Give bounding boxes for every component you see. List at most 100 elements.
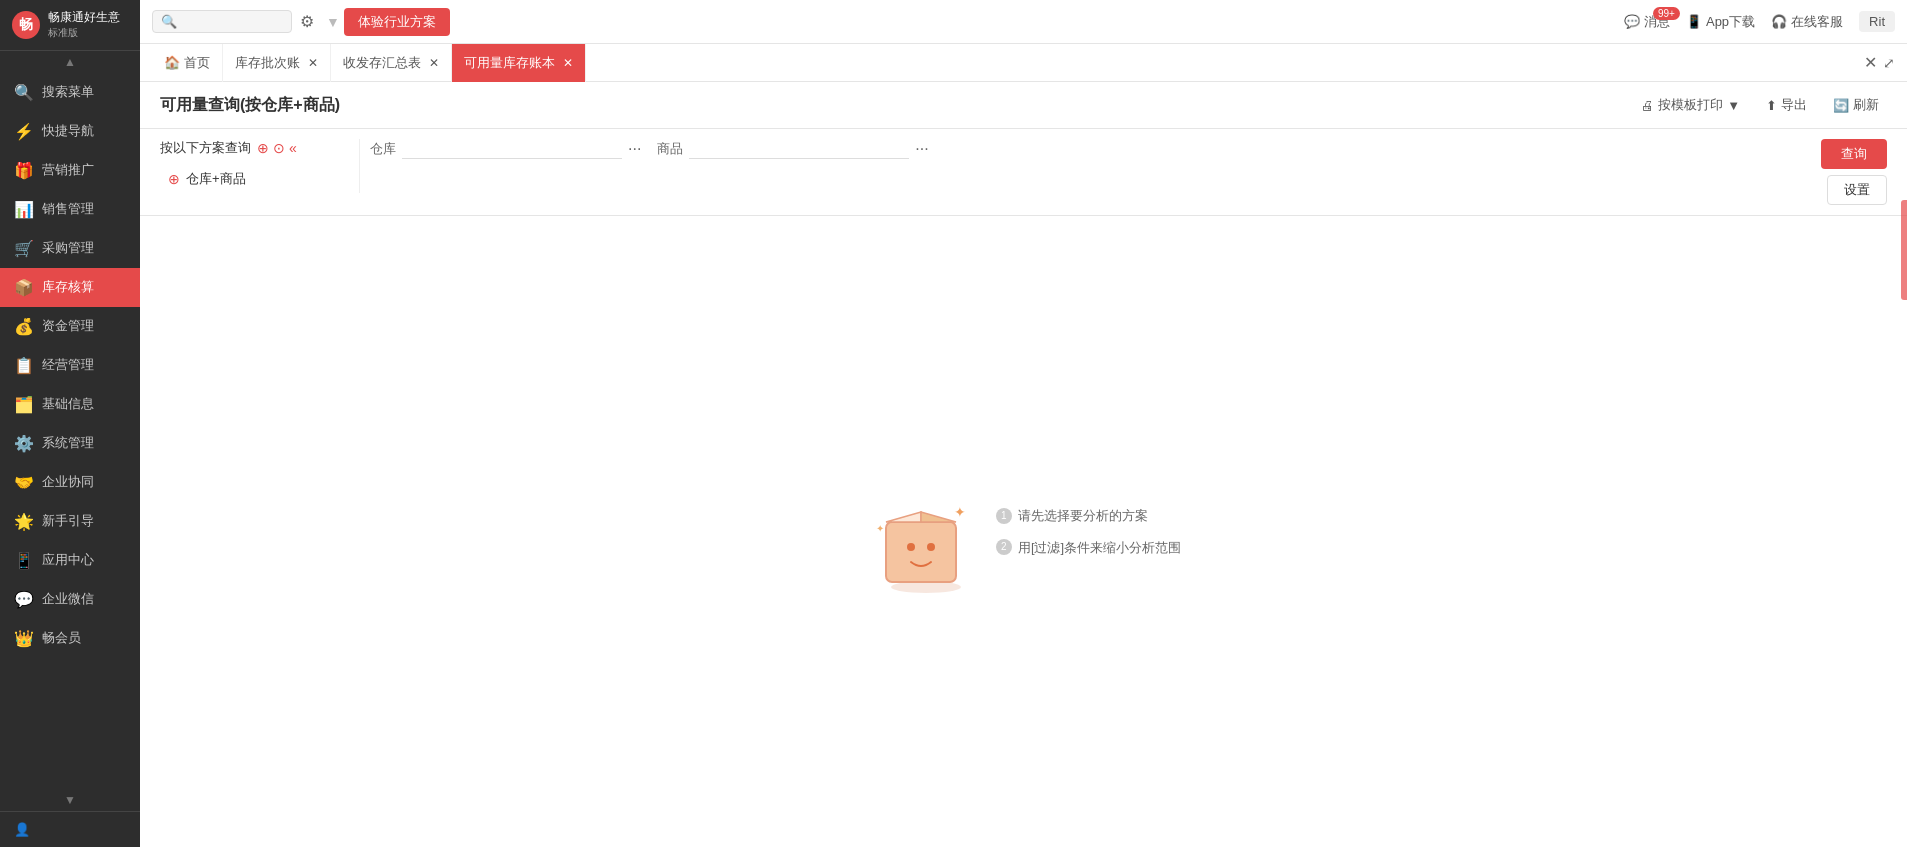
message-icon: 💬 — [1624, 14, 1640, 29]
tab-close-icon[interactable]: ✕ — [429, 56, 439, 70]
content-area: 可用量查询(按仓库+商品) 🖨 按模板打印 ▼ ⬆ 导出 🔄 刷新 — [140, 82, 1907, 847]
sidebar-item-label: 销售管理 — [42, 200, 94, 218]
sidebar-item-inventory[interactable]: 📦 库存核算 — [0, 268, 140, 307]
sidebar-item-wechat[interactable]: 💬 企业微信 — [0, 580, 140, 619]
scheme-header-label: 按以下方案查询 — [160, 139, 251, 157]
svg-point-5 — [927, 543, 935, 551]
tip-item-1: 1 请先选择要分析的方案 — [996, 504, 1181, 527]
message-badge: 99+ — [1653, 7, 1680, 20]
sidebar-item-member[interactable]: 👑 畅会员 — [0, 619, 140, 658]
print-btn[interactable]: 🖨 按模板打印 ▼ — [1633, 92, 1748, 118]
logo-icon: 畅 — [12, 11, 40, 39]
tab-available[interactable]: 可用量库存账本 ✕ — [452, 44, 586, 82]
sidebar-item-basic[interactable]: 🗂️ 基础信息 — [0, 385, 140, 424]
sidebar: 畅 畅康通好生意 标准版 ▲ 🔍 搜索菜单 ⚡ 快捷导航 🎁 营销推广 📊 销售… — [0, 0, 140, 847]
topbar-gear-icon[interactable]: ⚙ — [300, 12, 314, 31]
sidebar-item-system[interactable]: ⚙️ 系统管理 — [0, 424, 140, 463]
tab-home[interactable]: 🏠 首页 — [152, 44, 223, 82]
export-btn[interactable]: ⬆ 导出 — [1758, 92, 1815, 118]
warehouse-input[interactable] — [402, 139, 622, 159]
box-icon: 📦 — [14, 278, 34, 297]
money-icon: 💰 — [14, 317, 34, 336]
sidebar-scroll-up[interactable]: ▲ — [0, 51, 140, 73]
edit-scheme-btn[interactable]: ⊙ — [273, 140, 285, 156]
print-label: 按模板打印 — [1658, 96, 1723, 114]
sidebar-item-sales[interactable]: 📊 销售管理 — [0, 190, 140, 229]
tip-text-2: 用[过滤]条件来缩小分析范围 — [1018, 536, 1181, 559]
clipboard-icon: 📋 — [14, 356, 34, 375]
empty-state-inner: ✦ ✦ 1 请先选择要分析的方案 2 用[过滤]条件来缩小分析范围 — [866, 482, 1181, 582]
topbar-chevron-icon[interactable]: ▼ — [326, 14, 340, 30]
product-more-icon[interactable]: ··· — [915, 140, 928, 158]
warehouse-more-icon[interactable]: ··· — [628, 140, 641, 158]
export-icon: ⬆ — [1766, 98, 1777, 113]
sidebar-item-label: 经营管理 — [42, 356, 94, 374]
refresh-btn[interactable]: 🔄 刷新 — [1825, 92, 1887, 118]
topbar-search-input[interactable] — [181, 15, 281, 29]
tab-close-icon[interactable]: ✕ — [563, 56, 573, 70]
expand-icon[interactable]: ⤢ — [1883, 55, 1895, 71]
settings-btn[interactable]: 设置 — [1827, 175, 1887, 205]
scroll-indicator — [1901, 200, 1907, 300]
sidebar-item-label: 企业协同 — [42, 473, 94, 491]
print-icon: 🖨 — [1641, 98, 1654, 113]
tab-batch[interactable]: 库存批次账 ✕ — [223, 44, 331, 82]
home-icon: 🏠 — [164, 55, 180, 70]
sidebar-nav: 🔍 搜索菜单 ⚡ 快捷导航 🎁 营销推广 📊 销售管理 🛒 采购管理 📦 库存核… — [0, 73, 140, 789]
tabs-bar: 🏠 首页 库存批次账 ✕ 收发存汇总表 ✕ 可用量库存账本 ✕ ✕ ⤢ — [140, 44, 1907, 82]
sidebar-item-label: 库存核算 — [42, 278, 94, 296]
add-scheme-btn[interactable]: ⊕ — [257, 140, 269, 156]
close-window-icon[interactable]: ✕ — [1864, 53, 1877, 72]
sidebar-item-operation[interactable]: 📋 经营管理 — [0, 346, 140, 385]
collapse-scheme-btn[interactable]: « — [289, 140, 297, 156]
query-btn[interactable]: 查询 — [1821, 139, 1887, 169]
tab-summary[interactable]: 收发存汇总表 ✕ — [331, 44, 452, 82]
empty-svg: ✦ ✦ — [866, 482, 986, 602]
chart-icon: 📊 — [14, 200, 34, 219]
filter-inputs: 仓库 ··· 商品 ··· — [370, 139, 1811, 159]
sidebar-scroll-down[interactable]: ▼ — [0, 789, 140, 811]
tab-label: 可用量库存账本 — [464, 54, 555, 72]
sidebar-item-marketing[interactable]: 🎁 营销推广 — [0, 151, 140, 190]
product-field: 商品 ··· — [657, 139, 928, 159]
user-btn[interactable]: Rit — [1859, 11, 1895, 32]
crown-icon: 👑 — [14, 629, 34, 648]
empty-tips: 1 请先选择要分析的方案 2 用[过滤]条件来缩小分析范围 — [996, 504, 1181, 559]
message-btn[interactable]: 💬 消息 99+ — [1624, 13, 1670, 31]
sidebar-item-label: 系统管理 — [42, 434, 94, 452]
sidebar-item-finance[interactable]: 💰 资金管理 — [0, 307, 140, 346]
cart-icon: 🛒 — [14, 239, 34, 258]
service-btn[interactable]: 🎧 在线客服 — [1771, 13, 1843, 31]
product-label: 商品 — [657, 140, 683, 158]
search-icon: 🔍 — [14, 83, 34, 102]
refresh-icon: 🔄 — [1833, 98, 1849, 113]
warehouse-label: 仓库 — [370, 140, 396, 158]
tab-label: 收发存汇总表 — [343, 54, 421, 72]
sidebar-item-label: 营销推广 — [42, 161, 94, 179]
warehouse-field: 仓库 ··· — [370, 139, 641, 159]
app-download-btn[interactable]: 📱 App下载 — [1686, 13, 1755, 31]
sidebar-user[interactable]: 👤 — [0, 811, 140, 847]
tab-label: 首页 — [184, 54, 210, 72]
svg-rect-1 — [886, 522, 956, 582]
sidebar-item-purchase[interactable]: 🛒 采购管理 — [0, 229, 140, 268]
sidebar-item-label: 资金管理 — [42, 317, 94, 335]
sidebar-item-search[interactable]: 🔍 搜索菜单 — [0, 73, 140, 112]
scheme-actions: ⊕ ⊙ « — [257, 140, 297, 156]
sidebar-item-enterprise[interactable]: 🤝 企业协同 — [0, 463, 140, 502]
sidebar-item-label: 畅会员 — [42, 629, 81, 647]
tip-num-2: 2 — [996, 539, 1012, 555]
sidebar-item-shortcut[interactable]: ⚡ 快捷导航 — [0, 112, 140, 151]
svg-text:✦: ✦ — [954, 504, 966, 520]
phone-icon: 📱 — [1686, 14, 1702, 29]
scheme-item-warehouse-product[interactable]: ⊕ 仓库+商品 — [160, 165, 349, 193]
trial-btn[interactable]: 体验行业方案 — [344, 8, 450, 36]
export-label: 导出 — [1781, 96, 1807, 114]
sidebar-item-appstore[interactable]: 📱 应用中心 — [0, 541, 140, 580]
topbar-search-icon: 🔍 — [161, 14, 177, 29]
sidebar-item-newbie[interactable]: 🌟 新手引导 — [0, 502, 140, 541]
topbar-search-box[interactable]: 🔍 — [152, 10, 292, 33]
product-input[interactable] — [689, 139, 909, 159]
star-icon: 🌟 — [14, 512, 34, 531]
tab-close-icon[interactable]: ✕ — [308, 56, 318, 70]
